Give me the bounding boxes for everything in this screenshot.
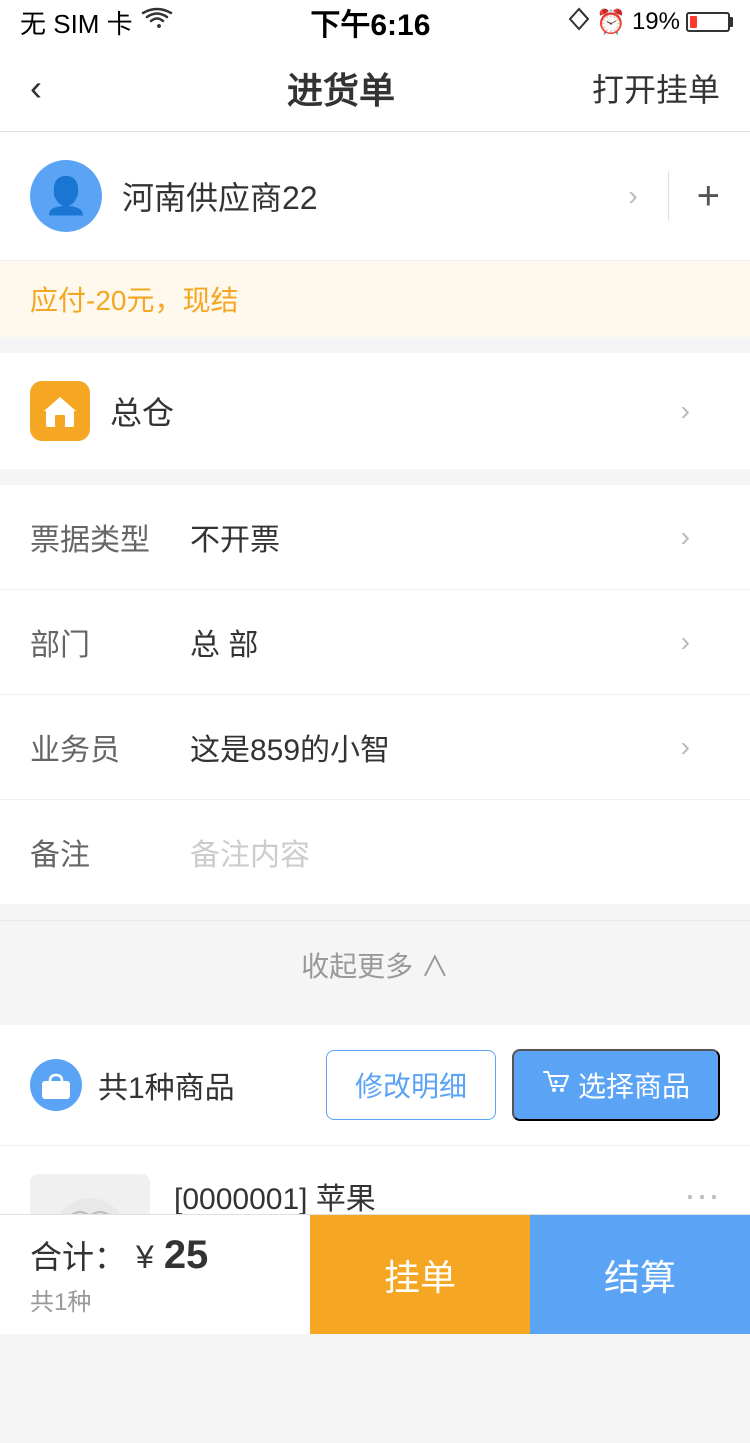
more-options-button[interactable]: ··· xyxy=(684,1174,720,1216)
alarm-icon: ⏰ xyxy=(596,8,626,37)
sales-value: 这是859的小智 xyxy=(190,725,681,769)
sales-row[interactable]: 业务员 这是859的小智 › xyxy=(0,695,750,800)
supplier-card: 👤 河南供应商22 › + 应付-20元，现结 xyxy=(0,132,750,337)
shopping-bag-icon xyxy=(40,1071,72,1099)
product-code: [0000001] xyxy=(174,1183,307,1216)
remark-label: 备注 xyxy=(30,830,190,874)
warehouse-icon xyxy=(42,393,78,429)
warehouse-icon-wrap xyxy=(30,381,90,441)
carrier-text: 无 SIM 卡 xyxy=(20,4,133,41)
total-label: 合计： xyxy=(30,1232,126,1278)
wifi-icon xyxy=(141,7,173,38)
warehouse-row[interactable]: 总仓 › xyxy=(0,353,750,469)
bottom-bar: 合计： ¥ 25 共1种 挂单 结算 xyxy=(0,1214,750,1334)
cart-icon xyxy=(542,1069,570,1101)
notice-bar: 应付-20元，现结 xyxy=(0,261,750,337)
battery-percent: 19% xyxy=(632,8,680,36)
location-icon xyxy=(568,7,590,38)
remark-row[interactable]: 备注 备注内容 xyxy=(0,800,750,904)
product-title: 苹果 xyxy=(316,1183,376,1216)
warehouse-chevron-icon: › xyxy=(681,395,690,427)
open-hang-button[interactable]: 打开挂单 xyxy=(592,65,720,111)
hang-order-button[interactable]: 挂单 xyxy=(310,1215,530,1334)
total-symbol: ¥ xyxy=(136,1239,154,1276)
supplier-avatar: 👤 xyxy=(30,160,102,232)
product-header: 共1种商品 修改明细 选择商品 xyxy=(0,1025,750,1146)
supplier-row[interactable]: 👤 河南供应商22 › + xyxy=(0,132,750,261)
total-sub: 共1种 xyxy=(30,1282,280,1317)
remark-input[interactable]: 备注内容 xyxy=(190,830,720,874)
product-count-text: 共1种商品 xyxy=(98,1063,326,1107)
sales-label: 业务员 xyxy=(30,725,190,769)
total-row: 合计： ¥ 25 xyxy=(30,1232,280,1278)
add-button[interactable]: + xyxy=(669,174,720,219)
invoice-value: 不开票 xyxy=(190,515,681,559)
form-section: 票据类型 不开票 › 部门 总 部 › 业务员 这是859的小智 › 备注 备注… xyxy=(0,485,750,904)
supplier-name: 河南供应商22 xyxy=(122,173,628,219)
warehouse-name: 总仓 xyxy=(110,388,681,434)
select-product-label: 选择商品 xyxy=(578,1065,690,1105)
product-name: [0000001] 苹果 xyxy=(174,1174,684,1218)
invoice-label: 票据类型 xyxy=(30,515,190,559)
chevron-right-icon: › xyxy=(628,180,637,212)
dept-value: 总 部 xyxy=(190,620,681,664)
dept-chevron-icon: › xyxy=(681,626,690,658)
page-title: 进货单 xyxy=(287,62,395,114)
avatar-icon: 👤 xyxy=(44,175,89,217)
total-amount: 25 xyxy=(164,1233,209,1278)
status-carrier: 无 SIM 卡 xyxy=(20,4,173,41)
back-button[interactable]: ‹ xyxy=(30,67,90,109)
invoice-chevron-icon: › xyxy=(681,521,690,553)
bottom-total: 合计： ¥ 25 共1种 xyxy=(0,1215,310,1334)
invoice-row[interactable]: 票据类型 不开票 › xyxy=(0,485,750,590)
checkout-button[interactable]: 结算 xyxy=(530,1215,750,1334)
sales-chevron-icon: › xyxy=(681,731,690,763)
status-time: 下午6:16 xyxy=(310,0,430,44)
battery-icon xyxy=(686,12,730,32)
status-right: ⏰ 19% xyxy=(568,7,730,38)
product-count-icon xyxy=(30,1059,82,1111)
modify-detail-button[interactable]: 修改明细 xyxy=(326,1050,496,1120)
dept-label: 部门 xyxy=(30,620,190,664)
select-product-button[interactable]: 选择商品 xyxy=(512,1049,720,1121)
status-bar: 无 SIM 卡 下午6:16 ⏰ 19% xyxy=(0,0,750,44)
warehouse-card: 总仓 › xyxy=(0,353,750,469)
dept-row[interactable]: 部门 总 部 › xyxy=(0,590,750,695)
nav-bar: ‹ 进货单 打开挂单 xyxy=(0,44,750,132)
collapse-bar[interactable]: 收起更多 ∧ xyxy=(0,920,750,1009)
